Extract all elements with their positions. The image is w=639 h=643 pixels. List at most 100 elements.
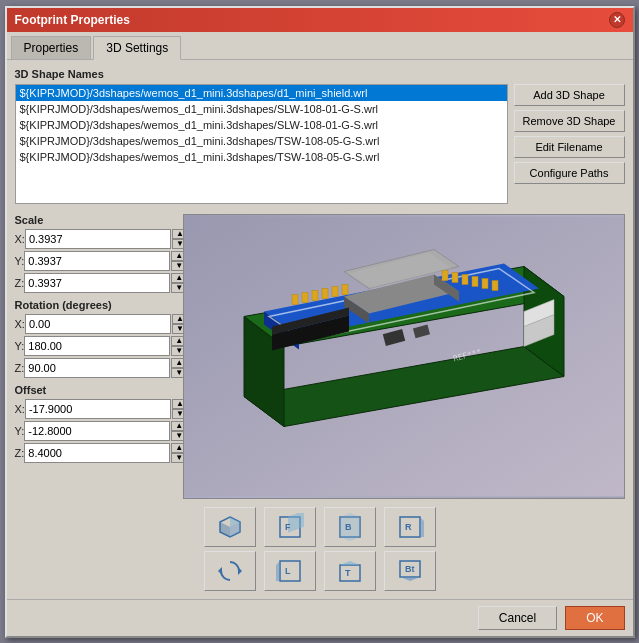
scale-x-axis-label: X: <box>15 233 25 245</box>
shape-names-section: ${KIPRJMOD}/3dshapes/wemos_d1_mini.3dsha… <box>15 84 625 204</box>
svg-marker-46 <box>218 567 222 575</box>
add-3d-shape-button[interactable]: Add 3D Shape <box>514 84 625 106</box>
tab-properties[interactable]: Properties <box>11 36 92 59</box>
offset-z-row: Z: ▲ ▼ <box>15 443 175 463</box>
3d-view-icon <box>216 513 244 541</box>
main-area: Scale X: ▲ ▼ Y: ▲ ▼ <box>15 214 625 499</box>
list-item[interactable]: ${KIPRJMOD}/3dshapes/wemos_d1_mini.3dsha… <box>16 133 507 149</box>
configure-paths-button[interactable]: Configure Paths <box>514 162 625 184</box>
offset-y-axis-label: Y: <box>15 425 25 437</box>
rotate-icon <box>216 557 244 585</box>
scale-z-axis-label: Z: <box>15 277 25 289</box>
left-view-icon: L <box>276 557 304 585</box>
offset-group: Offset X: ▲ ▼ Y: ▲ ▼ <box>15 384 175 463</box>
tab-3d-settings[interactable]: 3D Settings <box>93 36 181 60</box>
svg-text:Bt: Bt <box>405 564 415 574</box>
cancel-button[interactable]: Cancel <box>478 606 557 630</box>
list-item[interactable]: ${KIPRJMOD}/3dshapes/wemos_d1_mini.3dsha… <box>16 117 507 133</box>
list-item[interactable]: ${KIPRJMOD}/3dshapes/wemos_d1_mini.3dsha… <box>16 101 507 117</box>
rotation-x-input[interactable] <box>25 314 171 334</box>
svg-marker-51 <box>340 561 360 565</box>
rotation-z-row: Z: ▲ ▼ <box>15 358 175 378</box>
offset-x-row: X: ▲ ▼ <box>15 399 175 419</box>
offset-y-row: Y: ▲ ▼ <box>15 421 175 441</box>
rotation-y-row: Y: ▲ ▼ <box>15 336 175 356</box>
controls-panel: Scale X: ▲ ▼ Y: ▲ ▼ <box>15 214 175 499</box>
list-item[interactable]: ${KIPRJMOD}/3dshapes/wemos_d1_mini.3dsha… <box>16 149 507 165</box>
bottom-toolbar: F B R <box>15 507 625 591</box>
svg-rect-16 <box>312 290 318 300</box>
svg-text:B: B <box>345 522 352 532</box>
close-button[interactable]: ✕ <box>609 12 625 28</box>
scale-label: Scale <box>15 214 175 226</box>
rotation-x-row: X: ▲ ▼ <box>15 314 175 334</box>
svg-text:L: L <box>285 566 291 576</box>
list-item[interactable]: ${KIPRJMOD}/3dshapes/wemos_d1_mini.3dsha… <box>16 85 507 101</box>
tab-content: 3D Shape Names ${KIPRJMOD}/3dshapes/wemo… <box>7 60 633 599</box>
scale-x-row: X: ▲ ▼ <box>15 229 175 249</box>
title-bar: Footprint Properties ✕ <box>7 8 633 32</box>
offset-x-input[interactable] <box>25 399 171 419</box>
tabs-row: Properties 3D Settings <box>7 32 633 60</box>
footer-row: Cancel OK <box>7 599 633 636</box>
right-view-icon: R <box>396 513 424 541</box>
offset-z-axis-label: Z: <box>15 447 25 459</box>
3d-scene-svg: REF*** <box>184 215 624 498</box>
back-view-button[interactable]: B <box>324 507 376 547</box>
window-title: Footprint Properties <box>15 13 130 27</box>
edit-filename-button[interactable]: Edit Filename <box>514 136 625 158</box>
offset-y-input[interactable] <box>24 421 170 441</box>
rotation-y-axis-label: Y: <box>15 340 25 352</box>
ok-button[interactable]: OK <box>565 606 624 630</box>
svg-rect-23 <box>482 278 488 288</box>
rotate-button[interactable] <box>204 551 256 591</box>
rotation-y-input[interactable] <box>24 336 170 356</box>
svg-marker-48 <box>276 561 280 581</box>
left-view-button[interactable]: L <box>264 551 316 591</box>
bottom-view-icon: Bt <box>396 557 424 585</box>
svg-rect-17 <box>302 292 308 302</box>
svg-marker-45 <box>238 567 242 575</box>
svg-text:T: T <box>345 568 351 578</box>
shape-list[interactable]: ${KIPRJMOD}/3dshapes/wemos_d1_mini.3dsha… <box>15 84 508 204</box>
top-view-icon: T <box>336 557 364 585</box>
svg-marker-54 <box>400 577 420 581</box>
top-view-button[interactable]: T <box>324 551 376 591</box>
main-window: Footprint Properties ✕ Properties 3D Set… <box>5 6 635 638</box>
svg-rect-18 <box>292 294 298 304</box>
svg-rect-22 <box>472 276 478 286</box>
toolbar-row-2: L T Bt <box>204 551 436 591</box>
svg-rect-14 <box>332 286 338 296</box>
view-3d-button[interactable] <box>204 507 256 547</box>
offset-label: Offset <box>15 384 175 396</box>
3d-viewer[interactable]: REF*** <box>183 214 625 499</box>
scale-y-row: Y: ▲ ▼ <box>15 251 175 271</box>
svg-rect-15 <box>342 284 348 294</box>
offset-z-input[interactable] <box>24 443 170 463</box>
svg-rect-21 <box>462 274 468 284</box>
svg-rect-24 <box>492 280 498 290</box>
rotation-x-axis-label: X: <box>15 318 25 330</box>
remove-3d-shape-button[interactable]: Remove 3D Shape <box>514 110 625 132</box>
front-view-icon: F <box>276 513 304 541</box>
scale-group: Scale X: ▲ ▼ Y: ▲ ▼ <box>15 214 175 293</box>
scale-x-input[interactable] <box>25 229 171 249</box>
scale-y-axis-label: Y: <box>15 255 25 267</box>
svg-text:R: R <box>405 522 412 532</box>
rotation-z-axis-label: Z: <box>15 362 25 374</box>
right-view-button[interactable]: R <box>384 507 436 547</box>
front-view-button[interactable]: F <box>264 507 316 547</box>
shape-names-label: 3D Shape Names <box>15 68 625 80</box>
svg-text:F: F <box>285 522 291 532</box>
rotation-z-input[interactable] <box>24 358 170 378</box>
bottom-view-button[interactable]: Bt <box>384 551 436 591</box>
offset-x-axis-label: X: <box>15 403 25 415</box>
side-buttons: Add 3D Shape Remove 3D Shape Edit Filena… <box>514 84 625 204</box>
rotation-label: Rotation (degrees) <box>15 299 175 311</box>
scale-y-input[interactable] <box>24 251 170 271</box>
svg-rect-20 <box>452 272 458 282</box>
scale-z-row: Z: ▲ ▼ <box>15 273 175 293</box>
rotation-group: Rotation (degrees) X: ▲ ▼ Y: ▲ <box>15 299 175 378</box>
scale-z-input[interactable] <box>24 273 170 293</box>
back-view-icon: B <box>336 513 364 541</box>
